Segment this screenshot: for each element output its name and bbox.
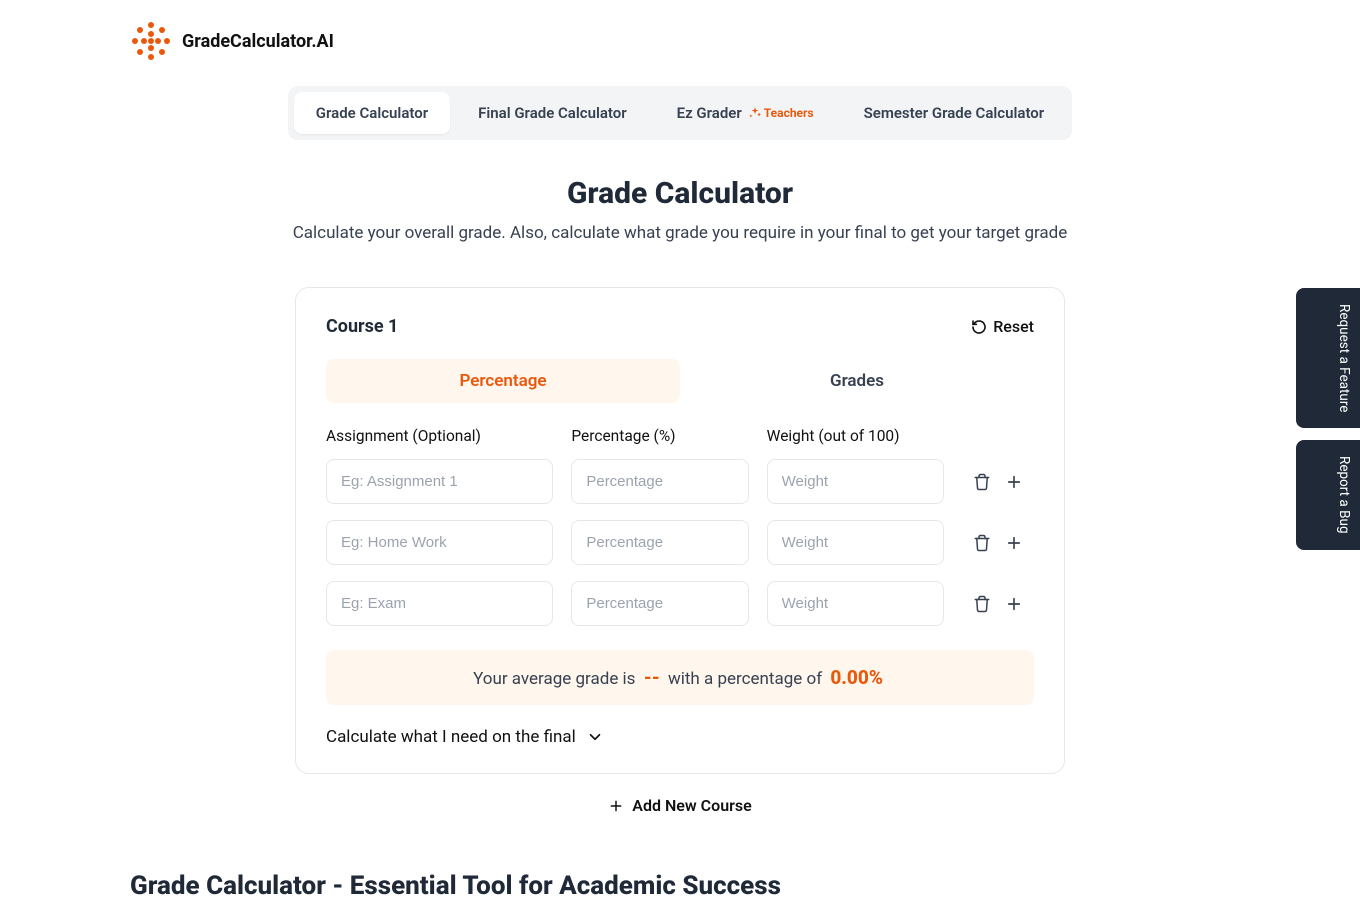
- tab-label: Grade Calculator: [316, 104, 428, 122]
- plus-icon: [1005, 473, 1023, 491]
- weight-input[interactable]: [767, 581, 944, 626]
- page-subtitle: Calculate your overall grade. Also, calc…: [0, 223, 1360, 243]
- tab-label: Final Grade Calculator: [478, 104, 627, 122]
- grade-row: [326, 520, 1034, 565]
- result-mid: with a percentage of: [668, 669, 822, 689]
- mode-tab-grades[interactable]: Grades: [680, 359, 1034, 403]
- expand-final-needed[interactable]: Calculate what I need on the final: [326, 727, 1034, 747]
- plus-icon: [1005, 595, 1023, 613]
- add-row-button[interactable]: [1004, 594, 1024, 614]
- col-assignment: Assignment (Optional): [326, 427, 553, 445]
- col-percentage: Percentage (%): [571, 427, 748, 445]
- section-heading: Grade Calculator - Essential Tool for Ac…: [130, 871, 1360, 901]
- refresh-icon: [971, 319, 987, 335]
- add-row-button[interactable]: [1004, 533, 1024, 553]
- reset-button[interactable]: Reset: [971, 317, 1034, 336]
- delete-row-button[interactable]: [972, 472, 992, 492]
- page-title: Grade Calculator: [0, 176, 1360, 211]
- tab-label: Semester Grade Calculator: [864, 104, 1045, 122]
- add-course-label: Add New Course: [632, 796, 751, 815]
- tab-ez-grader[interactable]: Ez Grader Teachers: [655, 92, 836, 134]
- grade-row: [326, 459, 1034, 504]
- badge-text: Teachers: [764, 106, 814, 120]
- plus-icon: [1005, 534, 1023, 552]
- result-grade: --: [640, 666, 664, 689]
- trash-icon: [973, 534, 991, 552]
- weight-input[interactable]: [767, 459, 944, 504]
- plus-icon: [608, 798, 624, 814]
- mode-tab-percentage[interactable]: Percentage: [326, 359, 680, 403]
- add-course-button[interactable]: Add New Course: [0, 796, 1360, 815]
- trash-icon: [973, 595, 991, 613]
- assignment-input[interactable]: [326, 581, 553, 626]
- sparkles-icon: [748, 106, 762, 120]
- reset-label: Reset: [993, 317, 1034, 336]
- trash-icon: [973, 473, 991, 491]
- side-request-feature[interactable]: Request a Feature: [1296, 288, 1360, 428]
- course-card: Course 1 Reset Percentage Grades Assignm…: [295, 287, 1065, 774]
- percentage-input[interactable]: [571, 581, 748, 626]
- delete-row-button[interactable]: [972, 594, 992, 614]
- delete-row-button[interactable]: [972, 533, 992, 553]
- result-percentage: 0.00%: [826, 666, 887, 689]
- tab-label: Ez Grader: [677, 104, 742, 122]
- percentage-input[interactable]: [571, 520, 748, 565]
- grade-row: [326, 581, 1034, 626]
- tab-final-grade-calculator[interactable]: Final Grade Calculator: [456, 92, 649, 134]
- tab-semester-grade-calculator[interactable]: Semester Grade Calculator: [842, 92, 1067, 134]
- result-bar: Your average grade is -- with a percenta…: [326, 650, 1034, 705]
- result-pre: Your average grade is: [473, 669, 635, 689]
- assignment-input[interactable]: [326, 459, 553, 504]
- course-title: Course 1: [326, 316, 398, 337]
- brand-name: GradeCalculator.AI: [182, 31, 334, 52]
- weight-input[interactable]: [767, 520, 944, 565]
- add-row-button[interactable]: [1004, 472, 1024, 492]
- mode-tabs: Percentage Grades: [326, 359, 1034, 403]
- header: GradeCalculator.AI: [0, 0, 1360, 82]
- col-weight: Weight (out of 100): [767, 427, 944, 445]
- teachers-badge: Teachers: [748, 106, 814, 120]
- percentage-input[interactable]: [571, 459, 748, 504]
- tab-grade-calculator[interactable]: Grade Calculator: [294, 92, 450, 134]
- expand-label: Calculate what I need on the final: [326, 727, 576, 747]
- nav-tabs: Grade Calculator Final Grade Calculator …: [288, 86, 1072, 140]
- chevron-down-icon: [586, 728, 604, 746]
- logo-icon: [130, 20, 172, 62]
- assignment-input[interactable]: [326, 520, 553, 565]
- side-report-bug[interactable]: Report a Bug: [1296, 440, 1360, 550]
